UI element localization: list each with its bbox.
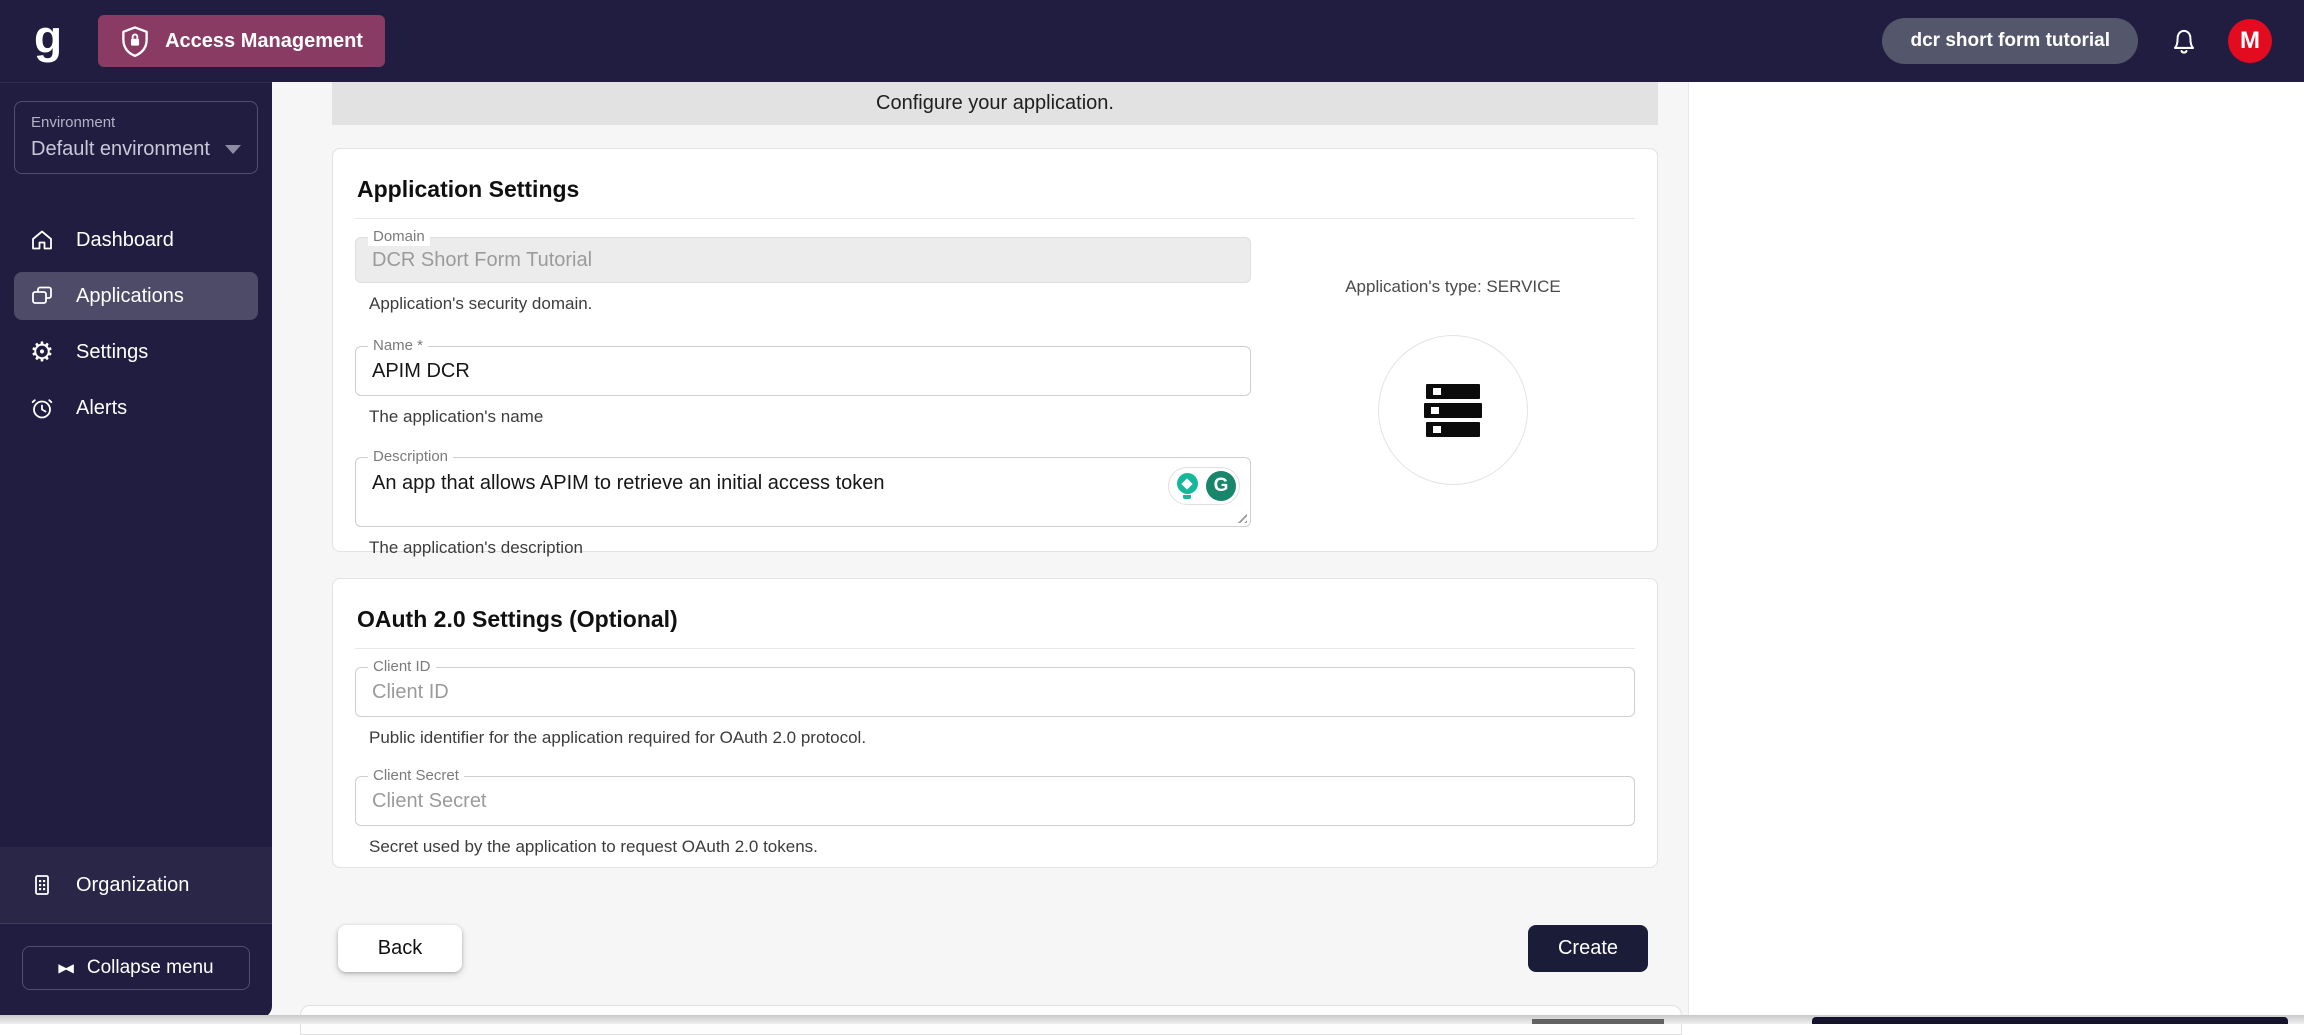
step-header: Configure your application. — [332, 82, 1658, 125]
domain-field: Domain — [355, 228, 1251, 283]
domain-helper-text: Application's security domain. — [369, 294, 593, 313]
sidebar-item-label: Dashboard — [76, 228, 174, 251]
sidebar-item-label: Applications — [76, 284, 184, 307]
application-type-label: Application's type: SERVICE — [1345, 277, 1561, 296]
back-button[interactable]: Back — [338, 925, 462, 972]
description-field-label: Description — [368, 448, 454, 466]
sidebar-item-organization[interactable]: Organization — [0, 857, 272, 913]
collapse-menu-label: Collapse menu — [86, 957, 214, 978]
chevron-down-icon — [225, 145, 241, 154]
form-scroll-area: Configure your application. Application … — [272, 82, 1689, 1035]
client-secret-helper-text: Secret used by the application to reques… — [369, 837, 818, 856]
client-secret-input[interactable] — [356, 777, 1634, 825]
environment-selector[interactable]: Environment Default environment — [14, 101, 258, 174]
notifications-bell-icon[interactable] — [2168, 25, 2200, 57]
card-title: Application Settings — [355, 149, 1635, 219]
collapse-menu-button[interactable]: ▶◀ Collapse menu — [22, 946, 250, 990]
domain-field-label: Domain — [368, 228, 430, 246]
collapse-icon: ▶◀ — [58, 961, 74, 975]
sidebar-item-alerts[interactable]: Alerts — [14, 384, 258, 432]
bottom-bar-text-fragment — [1532, 1019, 1664, 1024]
content-column: Configure your application. Application … — [332, 82, 1658, 972]
sidebar-item-settings[interactable]: ⚙ Settings — [14, 328, 258, 376]
gear-icon: ⚙ — [29, 336, 55, 367]
gravitee-logo[interactable]: g — [34, 14, 62, 60]
building-icon — [28, 872, 56, 898]
name-input[interactable] — [356, 347, 1250, 395]
name-field-label: Name * — [368, 337, 429, 355]
grammarly-suggestion-icon — [1172, 471, 1202, 501]
domain-input — [356, 238, 1250, 282]
client-id-input[interactable] — [356, 668, 1634, 716]
application-settings-fields: Domain Application's security domain. Na… — [355, 228, 1251, 558]
access-management-badge[interactable]: Access Management — [98, 15, 385, 67]
client-id-field-label: Client ID — [368, 658, 436, 676]
sidebar-item-label: Settings — [76, 340, 149, 363]
client-secret-field: Client Secret — [355, 767, 1635, 826]
description-textarea[interactable]: An app that allows APIM to retrieve an i… — [356, 458, 1250, 526]
server-icon — [1424, 380, 1482, 441]
sidebar-item-applications[interactable]: Applications — [14, 272, 258, 320]
grammarly-g-icon: G — [1206, 471, 1236, 501]
description-helper-text: The application's description — [369, 538, 583, 557]
grammarly-widget[interactable]: G — [1168, 467, 1240, 505]
client-id-field: Client ID — [355, 658, 1635, 717]
application-type-column: Application's type: SERVICE — [1293, 277, 1613, 485]
bottom-bar-button-partial[interactable] — [1812, 1017, 2288, 1024]
sidebar-item-dashboard[interactable]: Dashboard — [14, 216, 258, 264]
shield-lock-icon — [120, 25, 150, 58]
name-field: Name * — [355, 337, 1251, 396]
environment-value: Default environment — [31, 138, 210, 160]
main-area: Configure your application. Application … — [272, 82, 2304, 1035]
form-actions: Back Create — [332, 925, 1658, 972]
service-type-badge — [1378, 335, 1528, 485]
application-settings-card: Application Settings Domain Application'… — [332, 148, 1658, 557]
client-secret-field-label: Client Secret — [368, 767, 464, 785]
name-helper-text: The application's name — [369, 407, 544, 426]
sidebar-nav: Dashboard Applications ⚙ Settings Alerts — [0, 216, 272, 432]
create-button[interactable]: Create — [1528, 925, 1648, 972]
top-bar: g Access Management dcr short form tutor… — [0, 0, 2304, 82]
sidebar-item-label: Organization — [76, 873, 190, 896]
user-avatar[interactable]: M — [2228, 19, 2272, 63]
environment-label: Environment — [31, 114, 116, 131]
sidebar-bottom: Organization ▶◀ Collapse menu — [0, 847, 272, 1018]
alarm-icon — [28, 395, 56, 421]
sidebar-divider — [0, 923, 272, 924]
oauth-settings-card: OAuth 2.0 Settings (Optional) Client ID … — [332, 578, 1658, 868]
current-domain-button[interactable]: dcr short form tutorial — [1882, 18, 2138, 64]
sidebar: Environment Default environment Dashboar… — [0, 82, 272, 1018]
organization-section: Organization — [0, 847, 272, 923]
card-title: OAuth 2.0 Settings (Optional) — [355, 579, 1635, 649]
client-id-helper-text: Public identifier for the application re… — [369, 728, 867, 747]
sidebar-item-label: Alerts — [76, 396, 128, 419]
badge-label: Access Management — [165, 29, 363, 52]
applications-icon — [28, 283, 56, 309]
description-field: Description An app that allows APIM to r… — [355, 448, 1251, 527]
home-icon — [28, 227, 56, 253]
